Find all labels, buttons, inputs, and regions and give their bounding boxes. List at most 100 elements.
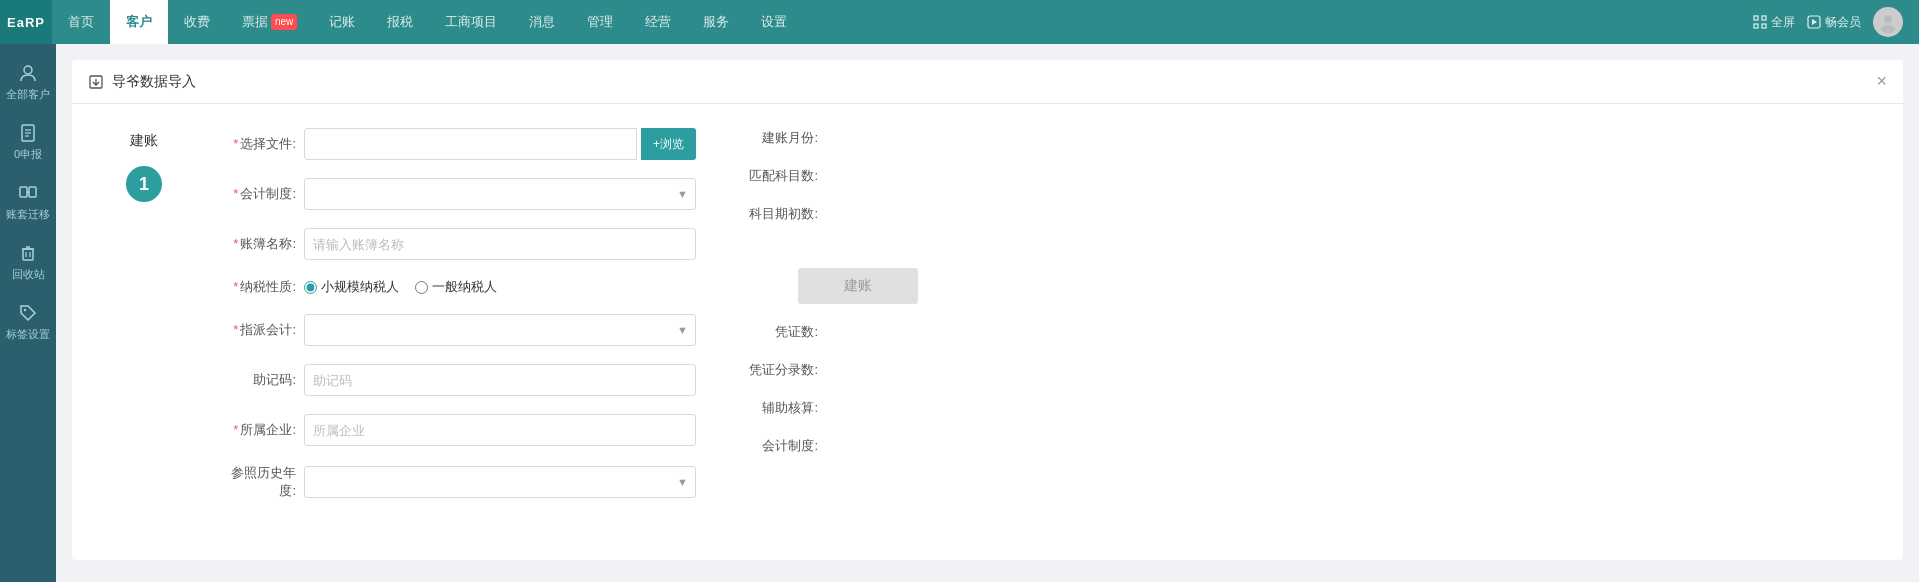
step-circle: 1 — [126, 166, 162, 202]
memo-label: 助记码: — [216, 371, 296, 389]
accountant-label: *指派会计: — [216, 321, 296, 339]
nav-item-settings[interactable]: 设置 — [745, 0, 803, 44]
panel-close-button[interactable]: × — [1876, 72, 1887, 90]
nav-item-fee[interactable]: 收费 — [168, 0, 226, 44]
svg-point-19 — [24, 309, 26, 311]
match-row: 匹配科目数: — [728, 166, 988, 186]
history-row: 参照历史年度: ▼ — [216, 464, 696, 500]
accounting-system-label: 会计制度: — [728, 437, 818, 455]
content-area: 导爷数据导入 × 建账 1 *选择文件: — [56, 44, 1919, 582]
nav-right: 全屏 畅会员 — [1753, 7, 1919, 37]
trash-icon — [17, 242, 39, 264]
accounting-system-row: 会计制度: — [728, 436, 988, 456]
company-label: *所属企业: — [216, 421, 296, 439]
nav-item-invoice[interactable]: 票据 new — [226, 0, 313, 44]
month-row: 建账月份: — [728, 128, 988, 148]
transfer-icon — [17, 182, 39, 204]
sidebar-item-all-customers[interactable]: 全部客户 — [0, 52, 56, 112]
panel-body: 建账 1 *选择文件: +浏览 — [72, 104, 1903, 542]
period-row: 科目期初数: — [728, 204, 988, 224]
logo[interactable]: EaRP — [0, 0, 52, 44]
svg-rect-15 — [23, 249, 33, 260]
aux-label: 辅助核算: — [728, 399, 818, 417]
file-input[interactable] — [304, 128, 637, 160]
svg-rect-0 — [1754, 16, 1758, 20]
tax-radio-group: 小规模纳税人 一般纳税人 — [304, 278, 497, 296]
tax-row: *纳税性质: 小规模纳税人 一般纳税人 — [216, 278, 696, 296]
history-label: 参照历史年度: — [216, 464, 296, 500]
info-section: 建账月份: 匹配科目数: 科目期初数: 建账 凭证数: — [728, 128, 988, 518]
sidebar-item-tag-settings[interactable]: 标签设置 — [0, 292, 56, 352]
panel-title: 导爷数据导入 — [112, 73, 196, 91]
accountant-select-wrapper: ▼ — [304, 314, 696, 346]
period-label: 科目期初数: — [728, 205, 818, 223]
nav-item-tax[interactable]: 报税 — [371, 0, 429, 44]
file-label: *选择文件: — [216, 135, 296, 153]
nav-item-home[interactable]: 首页 — [52, 0, 110, 44]
bookname-input[interactable] — [304, 228, 696, 260]
nav-item-manage[interactable]: 管理 — [571, 0, 629, 44]
accountant-select[interactable] — [304, 314, 696, 346]
match-value — [826, 166, 988, 186]
voucher-label: 凭证数: — [728, 323, 818, 341]
nav-item-business[interactable]: 工商项目 — [429, 0, 513, 44]
logo-text: EaRP — [7, 15, 45, 30]
voucher-entries-label: 凭证分录数: — [728, 361, 818, 379]
tax-label: *纳税性质: — [216, 278, 296, 296]
import-icon — [88, 74, 104, 90]
file-input-group: +浏览 — [304, 128, 696, 160]
browse-button[interactable]: +浏览 — [641, 128, 696, 160]
history-select[interactable] — [304, 466, 696, 498]
user-icon — [17, 62, 39, 84]
tax-option-small[interactable]: 小规模纳税人 — [304, 278, 399, 296]
top-nav: EaRP 首页 客户 收费 票据 new 记账 报税 工商项目 消息 管理 — [0, 0, 1919, 44]
voucher-row: 凭证数: — [728, 322, 988, 342]
sidebar-item-transfer[interactable]: 账套迁移 — [0, 172, 56, 232]
svg-point-8 — [24, 66, 32, 74]
tag-icon — [17, 302, 39, 324]
step-section: 建账 1 — [104, 128, 184, 518]
accounting-select-wrapper: ▼ — [304, 178, 696, 210]
match-label: 匹配科目数: — [728, 167, 818, 185]
memo-input[interactable] — [304, 364, 696, 396]
play-icon — [1807, 15, 1821, 29]
accounting-system-value — [826, 436, 988, 456]
nav-item-bookkeeping[interactable]: 记账 — [313, 0, 371, 44]
voucher-value — [826, 322, 988, 342]
avatar-icon — [1877, 11, 1899, 33]
nav-badge-new: new — [271, 14, 297, 30]
main-layout: 全部客户 0申报 账套迁移 — [0, 44, 1919, 582]
memo-row: 助记码: — [216, 364, 696, 396]
sidebar: 全部客户 0申报 账套迁移 — [0, 44, 56, 582]
bookname-label: *账簿名称: — [216, 235, 296, 253]
sidebar-item-recycle[interactable]: 回收站 — [0, 232, 56, 292]
company-row: *所属企业: — [216, 414, 696, 446]
nav-item-service[interactable]: 服务 — [687, 0, 745, 44]
company-input[interactable] — [304, 414, 696, 446]
fullscreen-button[interactable]: 全屏 — [1753, 14, 1795, 31]
bookname-row: *账簿名称: — [216, 228, 696, 260]
aux-row: 辅助核算: — [728, 398, 988, 418]
step-label: 建账 — [130, 132, 158, 150]
tax-option-general[interactable]: 一般纳税人 — [415, 278, 497, 296]
accounting-select[interactable] — [304, 178, 696, 210]
nav-item-message[interactable]: 消息 — [513, 0, 571, 44]
member-button[interactable]: 畅会员 — [1807, 14, 1861, 31]
svg-rect-3 — [1762, 24, 1766, 28]
nav-item-customer[interactable]: 客户 — [110, 0, 168, 44]
svg-rect-14 — [29, 187, 36, 197]
panel: 导爷数据导入 × 建账 1 *选择文件: — [72, 60, 1903, 560]
svg-point-6 — [1884, 15, 1892, 23]
svg-rect-13 — [20, 187, 27, 197]
month-value — [826, 128, 988, 148]
svg-rect-2 — [1754, 24, 1758, 28]
history-select-wrapper: ▼ — [304, 466, 696, 498]
report-icon — [17, 122, 39, 144]
build-account-button[interactable]: 建账 — [798, 268, 918, 304]
svg-rect-1 — [1762, 16, 1766, 20]
aux-value — [826, 398, 988, 418]
nav-item-operation[interactable]: 经营 — [629, 0, 687, 44]
nav-items: 首页 客户 收费 票据 new 记账 报税 工商项目 消息 管理 经营 — [52, 0, 1753, 44]
sidebar-item-zero-declaration[interactable]: 0申报 — [0, 112, 56, 172]
avatar[interactable] — [1873, 7, 1903, 37]
